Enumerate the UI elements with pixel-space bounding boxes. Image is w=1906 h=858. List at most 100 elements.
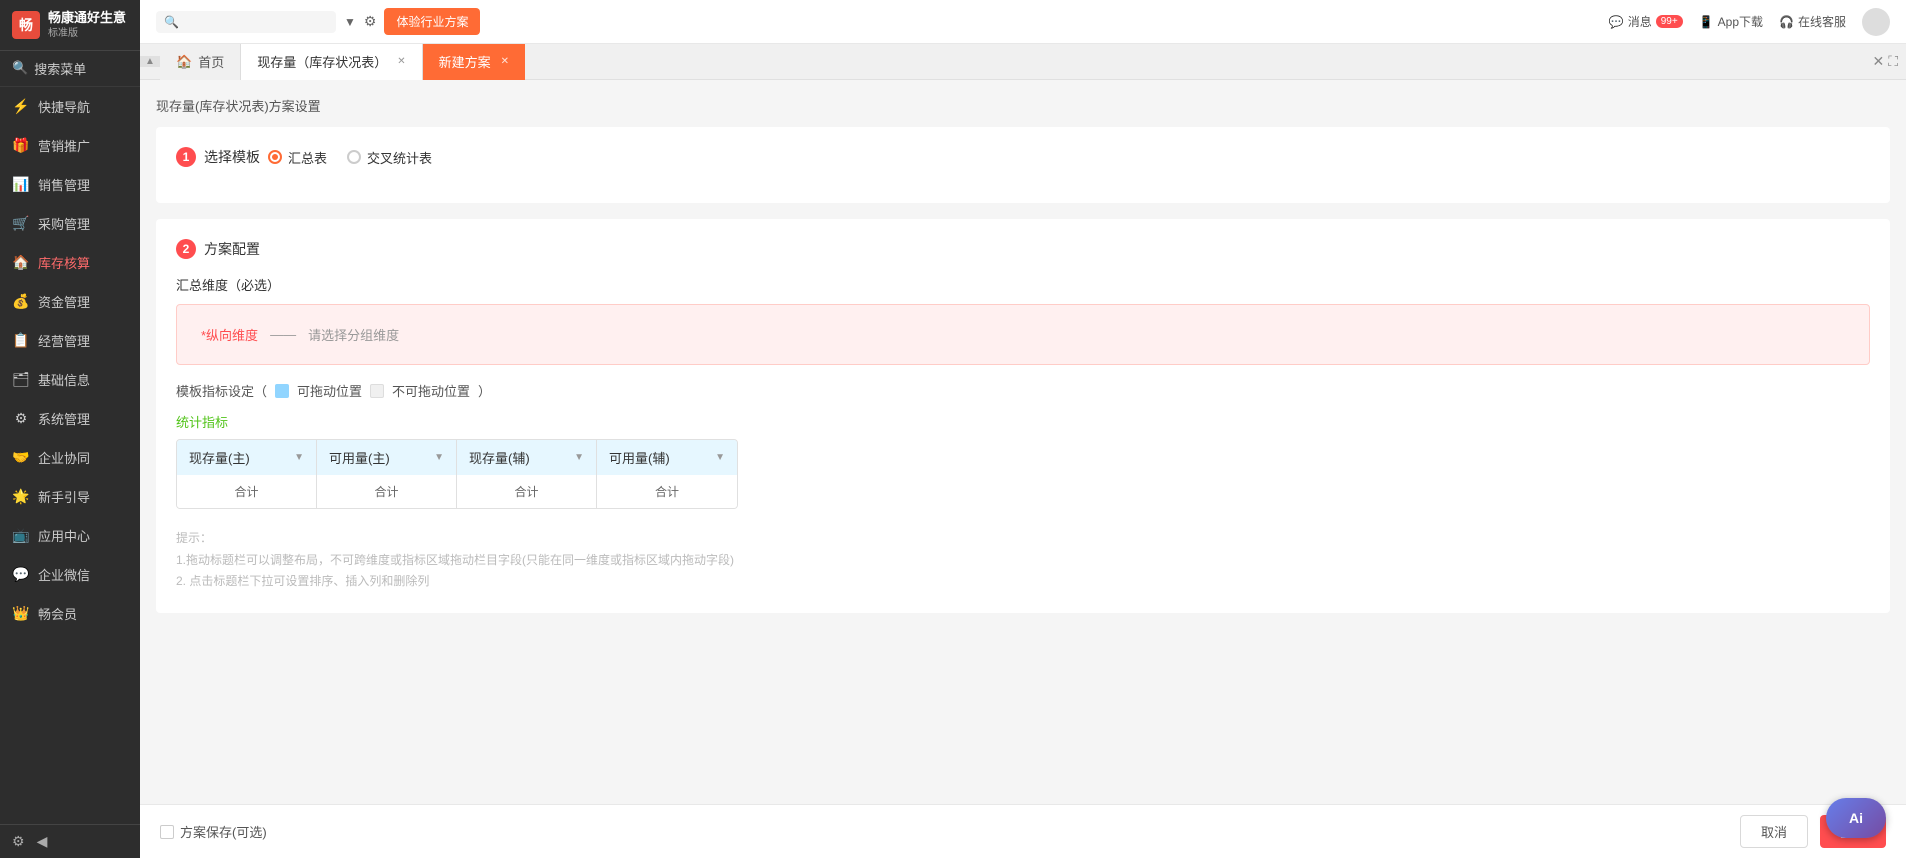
search-menu[interactable]: 🔍 搜索菜单: [0, 51, 140, 87]
gear-button[interactable]: ⚙: [364, 13, 377, 30]
tip-title: 提示：: [176, 528, 1870, 550]
sidebar-item-system[interactable]: ⚙ 系统管理: [0, 399, 140, 438]
section-1-header: 1 选择模板 汇总表 交叉统计表: [176, 147, 1870, 167]
sidebar-nav: ⚡ 快捷导航 🎁 营销推广 📊 销售管理 🛒 采购管理 🏠 库存核算 💰 资金管…: [0, 87, 140, 824]
tab-new-label: 新建方案: [439, 52, 491, 71]
vertical-dash: ——: [270, 327, 296, 342]
search-bar[interactable]: 🔍: [156, 11, 336, 33]
col-3-label: 现存量(辅): [469, 448, 530, 467]
sidebar-bottom: ⚙ ◀: [0, 824, 140, 858]
tab-inventory-close[interactable]: ✕: [397, 56, 405, 67]
radio-cross-circle: [347, 150, 361, 164]
topbar-left: 🔍 ▼ ⚙ 体验行业方案: [156, 8, 1597, 35]
dimension-box[interactable]: *纵向维度 —— 请选择分组维度: [176, 304, 1870, 365]
col-1-chevron: ▼: [294, 452, 304, 463]
sidebar-item-label: 新手引导: [38, 487, 90, 506]
save-label: 方案保存(可选): [180, 822, 267, 841]
col-3-summary-label: 合计: [514, 483, 538, 500]
col-2-label: 可用量(主): [329, 448, 390, 467]
sidebar-item-inventory[interactable]: 🏠 库存核算: [0, 243, 140, 282]
close-panel-icon[interactable]: ✕: [1872, 53, 1884, 70]
sidebar-item-member[interactable]: 👑 畅会员: [0, 594, 140, 633]
sidebar-item-quick[interactable]: ⚡ 快捷导航: [0, 87, 140, 126]
sidebar: 畅 畅康通好生意 标准版 🔍 搜索菜单 ⚡ 快捷导航 🎁 营销推广 📊 销售管理…: [0, 0, 140, 858]
app-download-item[interactable]: 📱 App下载: [1699, 13, 1763, 30]
save-checkbox[interactable]: [160, 825, 174, 839]
member-icon: 👑: [12, 605, 30, 622]
marketing-icon: 🎁: [12, 137, 30, 154]
sidebar-item-appstore[interactable]: 📺 应用中心: [0, 516, 140, 555]
not-draggable-label: 不可拖动位置: [392, 381, 470, 400]
sidebar-item-purchase[interactable]: 🛒 采购管理: [0, 204, 140, 243]
sidebar-item-finance[interactable]: 💰 资金管理: [0, 282, 140, 321]
collab-icon: 🤝: [12, 449, 30, 466]
section-1-title: 选择模板: [204, 147, 260, 167]
tab-home[interactable]: 🏠 首页: [160, 44, 241, 80]
phone-icon: 📱: [1699, 15, 1714, 29]
tab-scroll-up[interactable]: ▲: [140, 56, 160, 67]
appstore-icon: 📺: [12, 527, 30, 544]
search-bar-icon: 🔍: [164, 15, 179, 29]
indicator-close-text: ）: [478, 381, 491, 400]
radio-summary[interactable]: 汇总表: [268, 148, 327, 167]
tab-inventory[interactable]: 现存量（库存状况表） ✕: [241, 44, 422, 80]
sidebar-item-label: 资金管理: [38, 292, 90, 311]
sidebar-item-label: 快捷导航: [38, 97, 90, 116]
sidebar-item-guide[interactable]: 🌟 新手引导: [0, 477, 140, 516]
radio-cross-label: 交叉统计表: [367, 148, 432, 167]
sidebar-item-basic[interactable]: 🗂 基础信息: [0, 360, 140, 399]
sidebar-item-collab[interactable]: 🤝 企业协同: [0, 438, 140, 477]
inventory-icon: 🏠: [12, 254, 30, 271]
not-draggable-tag: [370, 384, 384, 398]
sales-icon: 📊: [12, 176, 30, 193]
col-1-label: 现存量(主): [189, 448, 250, 467]
app-download-label: App下载: [1718, 13, 1763, 30]
ai-fab[interactable]: Ai: [1826, 798, 1886, 838]
stats-title: 统计指标: [176, 412, 1870, 431]
sidebar-item-marketing[interactable]: 🎁 营销推广: [0, 126, 140, 165]
headset-icon: 🎧: [1779, 15, 1794, 29]
save-option[interactable]: 方案保存(可选): [160, 822, 267, 841]
main-area: 🔍 ▼ ⚙ 体验行业方案 💬 消息 99+ 📱 App下载 🎧 在线客服: [140, 0, 1906, 858]
col-1-header[interactable]: 现存量(主) ▼: [177, 440, 317, 475]
sidebar-item-operations[interactable]: 📋 经营管理: [0, 321, 140, 360]
tab-inventory-label: 现存量（库存状况表）: [257, 52, 387, 71]
dropdown-button[interactable]: ▼: [344, 15, 356, 29]
draggable-tag: [275, 384, 289, 398]
sidebar-item-label: 系统管理: [38, 409, 90, 428]
indicator-row: 模板指标设定（ 可拖动位置 不可拖动位置 ）: [176, 381, 1870, 400]
section-1-num: 1: [176, 147, 196, 167]
collapse-icon[interactable]: ◀: [37, 833, 48, 850]
template-radio-group: 汇总表 交叉统计表: [268, 148, 432, 167]
col-2-header[interactable]: 可用量(主) ▼: [317, 440, 457, 475]
sidebar-item-label: 应用中心: [38, 526, 90, 545]
stats-header-row: 现存量(主) ▼ 可用量(主) ▼ 现存量(辅) ▼ 可用量(辅): [177, 440, 737, 475]
topbar-right: 💬 消息 99+ 📱 App下载 🎧 在线客服: [1609, 8, 1890, 36]
guide-icon: 🌟: [12, 488, 30, 505]
settings-icon[interactable]: ⚙: [12, 833, 25, 850]
industry-button[interactable]: 体验行业方案: [384, 8, 480, 35]
user-avatar[interactable]: [1862, 8, 1890, 36]
expand-icon[interactable]: ⛶: [1888, 53, 1898, 70]
section-2-num: 2: [176, 239, 196, 259]
col-3-header[interactable]: 现存量(辅) ▼: [457, 440, 597, 475]
radio-cross[interactable]: 交叉统计表: [347, 148, 432, 167]
cancel-button[interactable]: 取消: [1740, 815, 1808, 848]
tab-new-close[interactable]: ✕: [501, 56, 509, 67]
sidebar-item-sales[interactable]: 📊 销售管理: [0, 165, 140, 204]
sidebar-item-wechat[interactable]: 💬 企业微信: [0, 555, 140, 594]
col-1-summary: 合计: [177, 475, 317, 508]
stats-body-row: 合计 合计 合计 合计: [177, 475, 737, 508]
tip-1: 1.拖动标题栏可以调整布局，不可跨维度或指标区域拖动栏目字段(只能在同一维度或指…: [176, 550, 1870, 572]
tab-home-label: 首页: [198, 52, 224, 71]
section-2-title: 方案配置: [204, 239, 260, 259]
col-4-header[interactable]: 可用量(辅) ▼: [597, 440, 737, 475]
logo-sub: 标准版: [48, 27, 126, 40]
section-1-card: 1 选择模板 汇总表 交叉统计表: [156, 127, 1890, 203]
online-service-item[interactable]: 🎧 在线客服: [1779, 13, 1846, 30]
col-2-chevron: ▼: [434, 452, 444, 463]
tab-new-plan[interactable]: 新建方案 ✕: [423, 44, 525, 80]
message-item[interactable]: 💬 消息 99+: [1609, 13, 1683, 30]
sidebar-item-label: 销售管理: [38, 175, 90, 194]
draggable-label: 可拖动位置: [297, 381, 362, 400]
